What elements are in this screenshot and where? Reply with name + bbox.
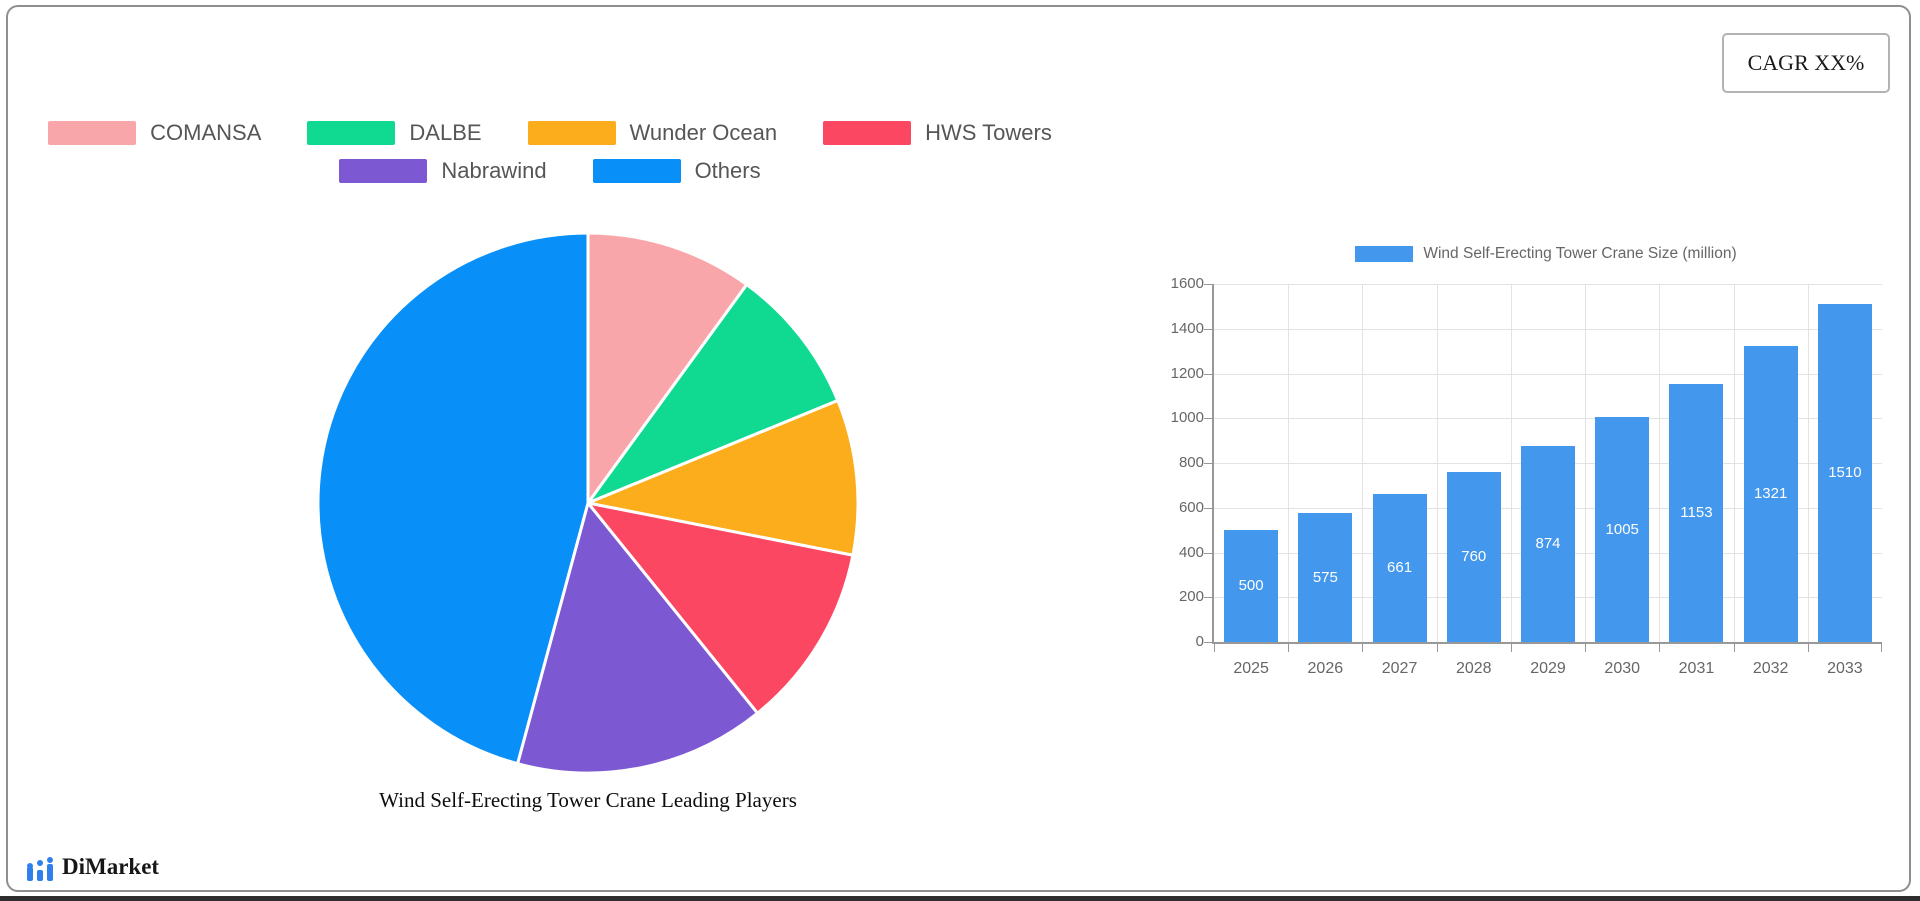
gridline-vertical	[1362, 284, 1364, 642]
bar-value-label: 500	[1238, 577, 1264, 595]
legend-label: Others	[694, 158, 761, 183]
y-axis-tick-label: 1000	[1170, 409, 1204, 427]
legend-item-hws-towers: HWS Towers	[823, 120, 1052, 146]
x-axis-tick	[1733, 644, 1735, 652]
bar-chart-legend: Wind Self-Erecting Tower Crane Size (mil…	[1212, 245, 1880, 263]
pie-chart-title: Wind Self-Erecting Tower Crane Leading P…	[379, 788, 797, 812]
x-axis-label: 2027	[1381, 660, 1418, 677]
bar-value-label: 1510	[1828, 464, 1862, 482]
y-axis-tick-label: 1600	[1170, 275, 1204, 292]
y-axis-tick-label: 0	[1195, 633, 1204, 650]
brand-name: DiMarket	[62, 854, 160, 879]
legend-swatch-icon	[307, 121, 396, 145]
y-axis-tick	[1204, 507, 1212, 509]
gridline-vertical	[1436, 284, 1438, 642]
y-axis-tick	[1204, 597, 1212, 599]
bar-value-label: 661	[1387, 559, 1413, 577]
gridline-vertical	[1807, 284, 1809, 642]
bar-plot-area: 0 200 400 600 800 1000 1200 1400 1600 500 2025 575 2…	[1171, 275, 1882, 677]
legend-swatch-icon	[592, 159, 681, 183]
x-axis-tick	[1659, 644, 1661, 652]
legend-item-dalbe: DALBE	[307, 120, 482, 146]
pie-legend: COMANSA DALBE Wunder Ocean HWS Towers Nabraw…	[30, 120, 1070, 196]
y-axis-tick	[1204, 552, 1212, 554]
gridline-vertical	[1659, 284, 1661, 642]
x-axis-tick	[1362, 644, 1364, 652]
brand-logo: DiMarket	[26, 851, 159, 881]
gridline-horizontal	[1214, 328, 1882, 330]
y-axis-tick-label: 200	[1178, 588, 1204, 606]
x-axis-label: 2031	[1678, 660, 1715, 677]
y-axis-tick-label: 1200	[1170, 364, 1204, 382]
legend-item-wunder-ocean: Wunder Ocean	[527, 120, 778, 146]
pie-legend-row: Nabrawind Others	[30, 158, 1070, 184]
gridline-vertical	[1288, 284, 1290, 642]
y-axis-tick	[1204, 284, 1212, 285]
x-axis-label: 2025	[1233, 660, 1269, 677]
bottom-edge	[0, 896, 1920, 901]
bar-legend-label: Wind Self-Erecting Tower Crane Size (mil…	[1423, 245, 1737, 262]
x-axis-label: 2030	[1604, 660, 1641, 677]
y-axis-tick	[1204, 328, 1212, 330]
pie-legend-row: COMANSA DALBE Wunder Ocean HWS Towers	[30, 120, 1070, 146]
legend-item-nabrawind: Nabrawind	[339, 158, 547, 184]
gridline-horizontal	[1214, 284, 1882, 285]
gridline-vertical	[1585, 284, 1587, 642]
x-axis-tick	[1585, 644, 1587, 652]
legend-swatch-icon	[48, 121, 137, 145]
x-axis-tick	[1510, 644, 1512, 652]
x-axis-tick	[1214, 644, 1215, 652]
x-axis-label: 2033	[1827, 660, 1863, 677]
y-axis-tick-label: 600	[1178, 498, 1204, 516]
y-axis-tick	[1204, 418, 1212, 420]
gridline-vertical	[1733, 284, 1735, 642]
gridline-vertical	[1510, 284, 1512, 642]
y-axis-tick	[1204, 463, 1212, 464]
legend-item-others: Others	[592, 158, 761, 184]
bar-chart-logo-icon	[26, 851, 54, 881]
bar-value-label: 1321	[1753, 485, 1788, 503]
legend-label: COMANSA	[150, 120, 262, 145]
x-axis-label: 2029	[1530, 660, 1566, 677]
x-axis-tick	[1881, 644, 1882, 652]
legend-label: Nabrawind	[441, 158, 547, 183]
legend-item-comansa: COMANSA	[48, 120, 261, 146]
bar-legend-swatch-icon	[1355, 246, 1414, 262]
x-axis-tick	[1288, 644, 1290, 652]
y-axis-tick-label: 1400	[1170, 319, 1204, 337]
y-axis-tick-label: 800	[1178, 454, 1204, 471]
cagr-label: CAGR XX%	[1747, 50, 1865, 75]
y-axis-tick-label: 400	[1178, 543, 1204, 561]
legend-swatch-icon	[527, 121, 616, 145]
legend-swatch-icon	[339, 159, 428, 183]
x-axis-label: 2028	[1455, 660, 1492, 677]
bar-value-label: 1153	[1680, 504, 1713, 522]
pie-chart	[316, 231, 860, 775]
legend-label: HWS Towers	[925, 120, 1052, 145]
x-axis-label: 2032	[1752, 660, 1789, 677]
x-axis-label: 2026	[1307, 660, 1344, 677]
bar-value-label: 575	[1312, 568, 1338, 586]
cagr-badge: CAGR XX%	[1722, 33, 1890, 93]
x-axis-tick	[1807, 644, 1809, 652]
bar-value-label: 874	[1535, 535, 1561, 553]
legend-swatch-icon	[823, 121, 912, 145]
bar-value-label: 1005	[1605, 520, 1639, 538]
bar-chart: Wind Self-Erecting Tower Crane Size (mil…	[1150, 245, 1890, 685]
y-axis-tick	[1204, 373, 1212, 375]
bar-value-label: 760	[1461, 547, 1487, 565]
legend-label: Wunder Ocean	[629, 120, 778, 145]
legend-label: DALBE	[409, 120, 482, 145]
y-axis-tick	[1204, 642, 1212, 643]
x-axis-tick	[1436, 644, 1438, 652]
